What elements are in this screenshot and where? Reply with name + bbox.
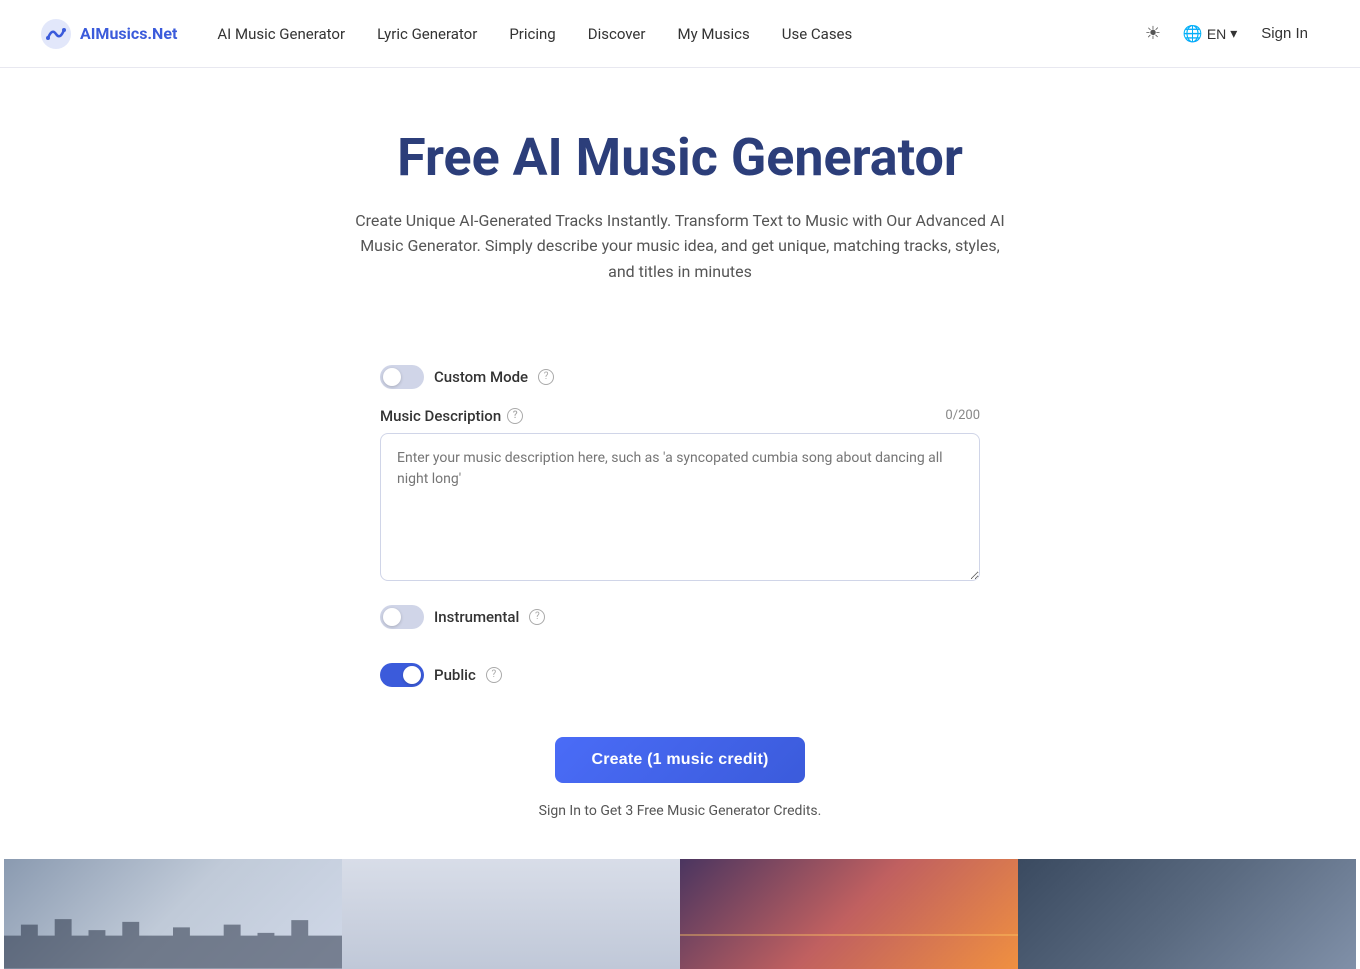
music-description-help-icon[interactable]: ? <box>507 408 523 424</box>
hero-title: Free AI Music Generator <box>20 128 1340 188</box>
translate-icon: 🌐 <box>1183 24 1203 44</box>
language-selector[interactable]: 🌐 EN ▾ <box>1183 24 1237 44</box>
lang-label: EN <box>1207 26 1226 42</box>
public-label: Public <box>434 666 476 684</box>
nav-item-discover[interactable]: Discover <box>588 25 646 43</box>
theme-toggle-button[interactable]: ☀ <box>1135 16 1171 52</box>
custom-mode-toggle[interactable] <box>380 365 424 389</box>
nav-right: ☀ 🌐 EN ▾ Sign In <box>1135 16 1320 52</box>
site-logo[interactable]: AIMusics.Net <box>40 18 177 50</box>
sun-icon: ☀ <box>1145 23 1161 44</box>
thumbnails-section <box>0 859 1360 969</box>
thumbnail-1 <box>4 859 342 969</box>
public-toggle[interactable] <box>380 663 424 687</box>
create-button[interactable]: Create (1 music credit) <box>555 737 804 783</box>
options-row: Instrumental ? Public ? <box>380 605 980 705</box>
navbar: AIMusics.Net AI Music Generator Lyric Ge… <box>0 0 1360 68</box>
public-row: Public ? <box>380 663 980 687</box>
hero-section: Free AI Music Generator Create Unique AI… <box>0 68 1360 325</box>
custom-mode-row: Custom Mode ? <box>380 365 980 389</box>
music-description-header: Music Description ? 0/200 <box>380 407 980 425</box>
public-help-icon[interactable]: ? <box>486 667 502 683</box>
nav-item-lyric-generator[interactable]: Lyric Generator <box>377 25 477 43</box>
logo-icon <box>40 18 72 50</box>
nav-item-my-musics[interactable]: My Musics <box>677 25 749 43</box>
chevron-down-icon: ▾ <box>1230 25 1237 42</box>
instrumental-thumb <box>383 608 401 626</box>
instrumental-row: Instrumental ? <box>380 605 980 629</box>
char-count: 0/200 <box>945 408 980 423</box>
music-description-label-row: Music Description ? <box>380 407 523 425</box>
thumbnail-2 <box>342 859 680 969</box>
nav-item-ai-music-generator[interactable]: AI Music Generator <box>217 25 345 43</box>
instrumental-label: Instrumental <box>434 608 519 626</box>
public-thumb <box>403 666 421 684</box>
music-description-label: Music Description <box>380 407 501 425</box>
nav-links: AI Music Generator Lyric Generator Prici… <box>217 25 1135 43</box>
logo-text: AIMusics.Net <box>80 24 177 43</box>
music-description-textarea[interactable] <box>380 433 980 581</box>
nav-item-use-cases[interactable]: Use Cases <box>782 25 853 43</box>
thumbnail-4 <box>1018 859 1356 969</box>
generator-form: Custom Mode ? Music Description ? 0/200 … <box>360 365 1000 819</box>
custom-mode-label: Custom Mode <box>434 368 528 386</box>
custom-mode-help-icon[interactable]: ? <box>538 369 554 385</box>
nav-item-pricing[interactable]: Pricing <box>509 25 555 43</box>
custom-mode-thumb <box>383 368 401 386</box>
sign-in-note: Sign In to Get 3 Free Music Generator Cr… <box>380 803 980 819</box>
sign-in-button[interactable]: Sign In <box>1249 17 1320 50</box>
thumbnail-3 <box>680 859 1018 969</box>
hero-subtitle: Create Unique AI-Generated Tracks Instan… <box>350 208 1010 285</box>
instrumental-toggle[interactable] <box>380 605 424 629</box>
instrumental-help-icon[interactable]: ? <box>529 609 545 625</box>
